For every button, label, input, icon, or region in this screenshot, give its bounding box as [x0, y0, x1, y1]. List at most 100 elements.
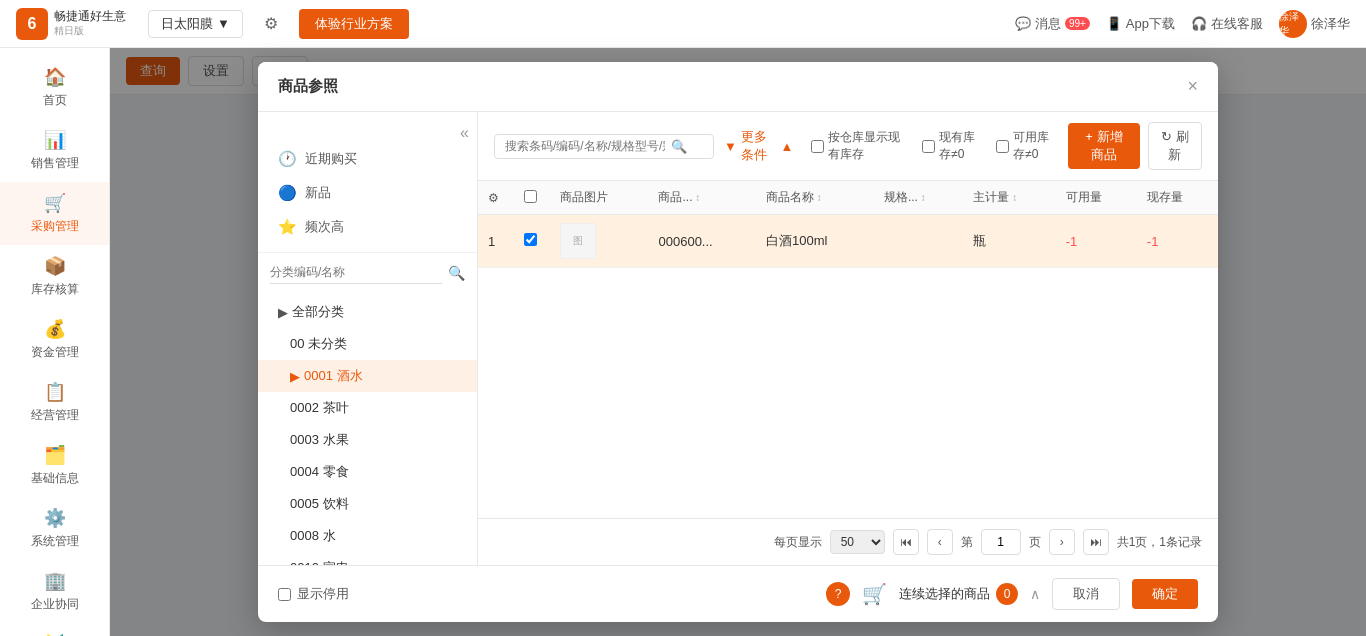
col-unit[interactable]: 主计量 — [963, 181, 1055, 215]
sidebar-item-operation[interactable]: 📋 经营管理 — [0, 371, 109, 434]
cat-fruit[interactable]: 0003 水果 — [258, 424, 477, 456]
category-search-input[interactable] — [270, 261, 442, 284]
collapse-icon[interactable]: ∧ — [1030, 586, 1040, 602]
system-icon: ⚙️ — [44, 507, 66, 529]
col-code[interactable]: 商品... — [648, 181, 755, 215]
refresh-btn[interactable]: ↻ 刷新 — [1148, 122, 1202, 170]
per-page-select[interactable]: 50 10 20 100 — [830, 530, 885, 554]
collapse-left-icon[interactable]: « — [460, 124, 469, 142]
add-product-btn[interactable]: + 新增商品 — [1068, 123, 1140, 169]
quick-link-new[interactable]: 🔵 新品 — [258, 176, 477, 210]
product-reference-modal: 商品参照 × « 🕐 近期购买 — [258, 62, 1218, 622]
col-name[interactable]: 商品名称 — [756, 181, 874, 215]
finance-icon: 💰 — [44, 318, 66, 340]
checkbox-available[interactable] — [996, 140, 1009, 153]
headset-icon: 🎧 — [1191, 16, 1207, 31]
cat-label-snack: 0004 零食 — [290, 463, 349, 481]
modal-toolbar: 🔍 ▼ 更多条件 ▲ 按仓库显示现有库存 — [478, 112, 1218, 181]
confirm-button[interactable]: 确定 — [1132, 579, 1198, 609]
table-row[interactable]: 1 图 000600... 白酒100ml — [478, 215, 1218, 268]
exp-btn[interactable]: 体验行业方案 — [299, 9, 409, 39]
gear-icon[interactable]: ⚙ — [488, 191, 499, 205]
enterprise-icon: 🏢 — [44, 570, 66, 592]
show-disabled-label[interactable]: 显示停用 — [278, 585, 349, 603]
sidebar-label-home: 首页 — [43, 92, 67, 109]
first-page-btn[interactable]: ⏮ — [893, 529, 919, 555]
sidebar-item-inventory[interactable]: 📦 库存核算 — [0, 245, 109, 308]
sidebar-item-finance[interactable]: 💰 资金管理 — [0, 308, 109, 371]
cat-liquor[interactable]: ▶ 0001 酒水 — [258, 360, 477, 392]
cat-all[interactable]: ▶ 全部分类 — [258, 296, 477, 328]
modal-title: 商品参照 — [278, 77, 338, 96]
app-name: 畅捷通好生意 — [54, 9, 126, 25]
cancel-button[interactable]: 取消 — [1052, 578, 1120, 610]
col-current: 现存量 — [1137, 181, 1218, 215]
quick-link-new-label: 新品 — [305, 184, 331, 202]
cat-appliance[interactable]: 0010 家电 — [258, 552, 477, 565]
col-spec[interactable]: 规格... — [874, 181, 964, 215]
quick-link-recent[interactable]: 🕐 近期购买 — [258, 142, 477, 176]
show-disabled-text: 显示停用 — [297, 585, 349, 603]
sidebar-label-system: 系统管理 — [31, 533, 79, 550]
page-total: 共1页，1条记录 — [1117, 534, 1202, 551]
cat-uncategorized[interactable]: 00 未分类 — [258, 328, 477, 360]
chevron-down-icon: ▼ — [217, 16, 230, 31]
checkbox-existing[interactable] — [922, 140, 935, 153]
cat-label-all: 全部分类 — [292, 303, 344, 321]
show-disabled-checkbox[interactable] — [278, 588, 291, 601]
nav-dropdown[interactable]: 日太阳膜 ▼ — [148, 10, 243, 38]
help-icon[interactable]: ? — [826, 582, 850, 606]
cat-water[interactable]: 0008 水 — [258, 520, 477, 552]
cat-drink[interactable]: 0005 饮料 — [258, 488, 477, 520]
modal-right-panel: 🔍 ▼ 更多条件 ▲ 按仓库显示现有库存 — [478, 112, 1218, 565]
sidebar-item-home[interactable]: 🏠 首页 — [0, 56, 109, 119]
sidebar-item-basic[interactable]: 🗂️ 基础信息 — [0, 434, 109, 497]
cat-label-water: 0008 水 — [290, 527, 336, 545]
product-table-wrapper: ⚙ 商品图片 商品... 商品名称 规格... — [478, 181, 1218, 518]
close-icon[interactable]: × — [1187, 76, 1198, 97]
next-page-btn[interactable]: › — [1049, 529, 1075, 555]
message-icon: 💬 — [1015, 16, 1031, 31]
filter-label: 更多条件 — [741, 128, 777, 164]
page-number-input[interactable] — [981, 529, 1021, 555]
checkbox-existing-label[interactable]: 现有库存≠0 — [922, 129, 984, 163]
search-icon[interactable]: 🔍 — [448, 265, 465, 281]
col-gear: ⚙ — [478, 181, 514, 215]
settings-icon[interactable]: ⚙ — [255, 8, 287, 40]
main-layout: 🏠 首页 📊 销售管理 🛒 采购管理 📦 库存核算 💰 资金管理 📋 经营管理 … — [0, 48, 1366, 636]
nav-app-download[interactable]: 📱 App下载 — [1106, 15, 1175, 33]
checkbox-warehouse-label[interactable]: 按仓库显示现有库存 — [811, 129, 910, 163]
home-icon: 🏠 — [44, 66, 66, 88]
cart-icon[interactable]: 🛒 — [862, 582, 887, 606]
sidebar-item-enterprise[interactable]: 🏢 企业协同 — [0, 560, 109, 623]
row-checkbox[interactable] — [524, 233, 537, 246]
nav-user[interactable]: 徐泽华 徐泽华 — [1279, 10, 1350, 38]
checkbox-available-label[interactable]: 可用库存≠0 — [996, 129, 1058, 163]
checkbox-warehouse[interactable] — [811, 140, 824, 153]
cont-select: 连续选择的商品 0 — [899, 583, 1018, 605]
more-filter-btn[interactable]: ▼ 更多条件 ▲ — [724, 128, 793, 164]
row-current: -1 — [1137, 215, 1218, 268]
cat-tea[interactable]: 0002 茶叶 — [258, 392, 477, 424]
cat-snack[interactable]: 0004 零食 — [258, 456, 477, 488]
select-all-checkbox[interactable] — [524, 190, 537, 203]
prev-page-btn[interactable]: ‹ — [927, 529, 953, 555]
last-page-btn[interactable]: ⏭ — [1083, 529, 1109, 555]
row-unit: 瓶 — [963, 215, 1055, 268]
sidebar-item-purchase[interactable]: 🛒 采购管理 — [0, 182, 109, 245]
sidebar-label-purchase: 采购管理 — [31, 218, 79, 235]
product-search-input[interactable] — [505, 139, 665, 153]
nav-messages[interactable]: 💬 消息 99+ — [1015, 15, 1090, 33]
sidebar-item-guide[interactable]: 🔰 新手引导 — [0, 623, 109, 636]
row-name: 白酒100ml — [756, 215, 874, 268]
nav-service[interactable]: 🎧 在线客服 — [1191, 15, 1263, 33]
sidebar-item-system[interactable]: ⚙️ 系统管理 — [0, 497, 109, 560]
product-thumbnail: 图 — [560, 223, 596, 259]
modal-header: 商品参照 × — [258, 62, 1218, 112]
search-icon[interactable]: 🔍 — [671, 139, 687, 154]
sidebar-item-sales[interactable]: 📊 销售管理 — [0, 119, 109, 182]
messages-label: 消息 — [1035, 15, 1061, 33]
quick-link-frequent[interactable]: ⭐ 频次高 — [258, 210, 477, 244]
row-image: 图 — [550, 215, 648, 268]
sales-icon: 📊 — [44, 129, 66, 151]
